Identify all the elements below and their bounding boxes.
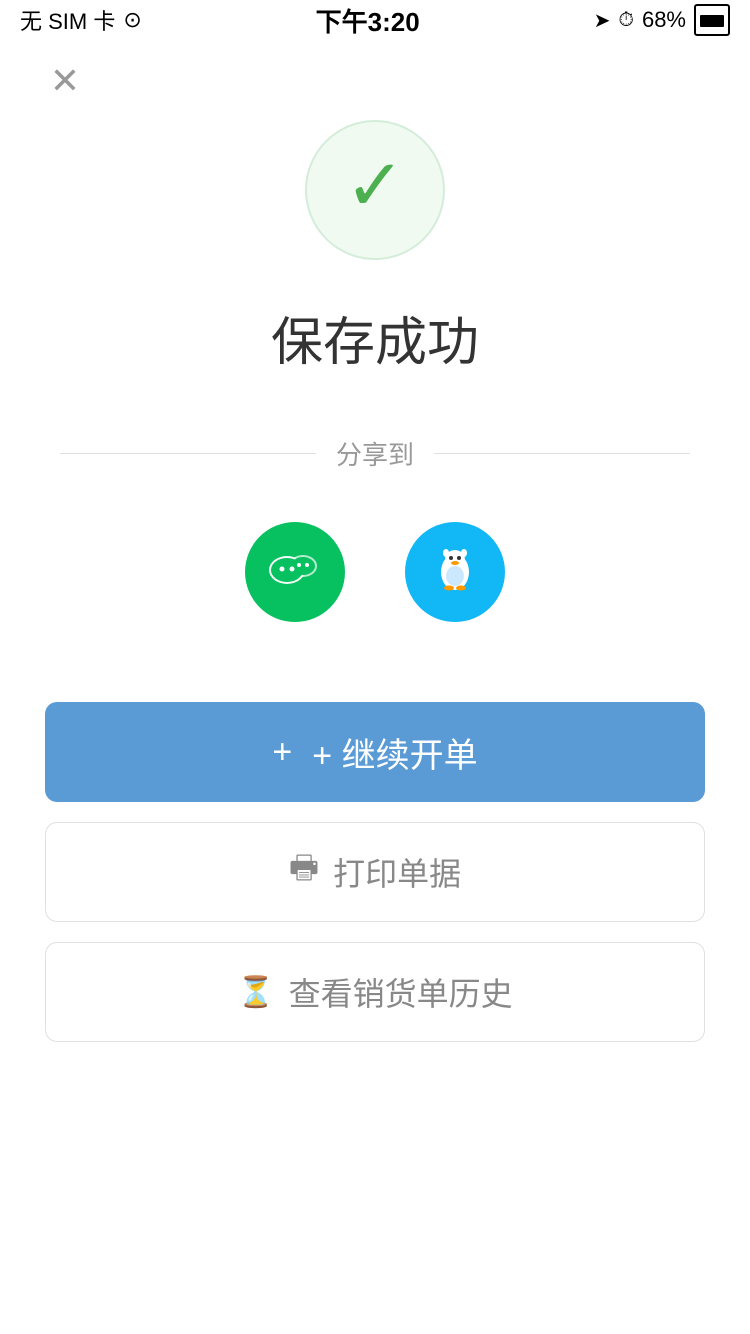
close-icon: ✕ <box>50 63 80 99</box>
print-label: 打印单据 <box>333 849 461 895</box>
wechat-icon <box>265 542 325 602</box>
plus-icon: + <box>272 733 292 772</box>
checkmark-icon: ✓ <box>345 150 405 222</box>
clock-icon: ⏳ <box>237 975 274 1010</box>
success-circle: ✓ <box>305 120 445 260</box>
wechat-share-button[interactable] <box>245 522 345 622</box>
wifi-icon: ⊙ <box>123 7 141 33</box>
status-time: 下午3:20 <box>316 2 420 39</box>
success-title: 保存成功 <box>271 300 479 375</box>
status-right: ➤ ⏱ 68% <box>594 4 730 36</box>
share-icons <box>245 522 505 622</box>
battery-percent: 68% <box>642 7 686 33</box>
status-left: 无 SIM 卡 ⊙ <box>20 4 142 36</box>
qq-icon <box>425 542 485 602</box>
action-buttons: + + 继续开单 🖶 打印单据 ⏳ 查看销货单历史 <box>45 702 705 1042</box>
battery-icon <box>694 4 730 36</box>
divider-line-left <box>60 453 316 454</box>
status-bar: 无 SIM 卡 ⊙ 下午3:20 ➤ ⏱ 68% <box>0 0 750 40</box>
share-label: 分享到 <box>316 435 434 472</box>
printer-icon: 🖶 <box>289 845 319 899</box>
main-content: ✓ 保存成功 分享到 <box>0 40 750 1042</box>
continue-label: + 继续开单 <box>312 728 477 777</box>
history-label: 查看销货单历史 <box>289 969 513 1015</box>
close-button[interactable]: ✕ <box>40 56 90 106</box>
sim-status: 无 SIM 卡 <box>20 4 115 36</box>
alarm-icon: ⏱ <box>618 9 634 32</box>
continue-button[interactable]: + + 继续开单 <box>45 702 705 802</box>
location-icon: ➤ <box>594 8 611 33</box>
divider-line-right <box>434 453 690 454</box>
qq-share-button[interactable] <box>405 522 505 622</box>
share-divider: 分享到 <box>0 435 750 472</box>
history-button[interactable]: ⏳ 查看销货单历史 <box>45 942 705 1042</box>
print-button[interactable]: 🖶 打印单据 <box>45 822 705 922</box>
